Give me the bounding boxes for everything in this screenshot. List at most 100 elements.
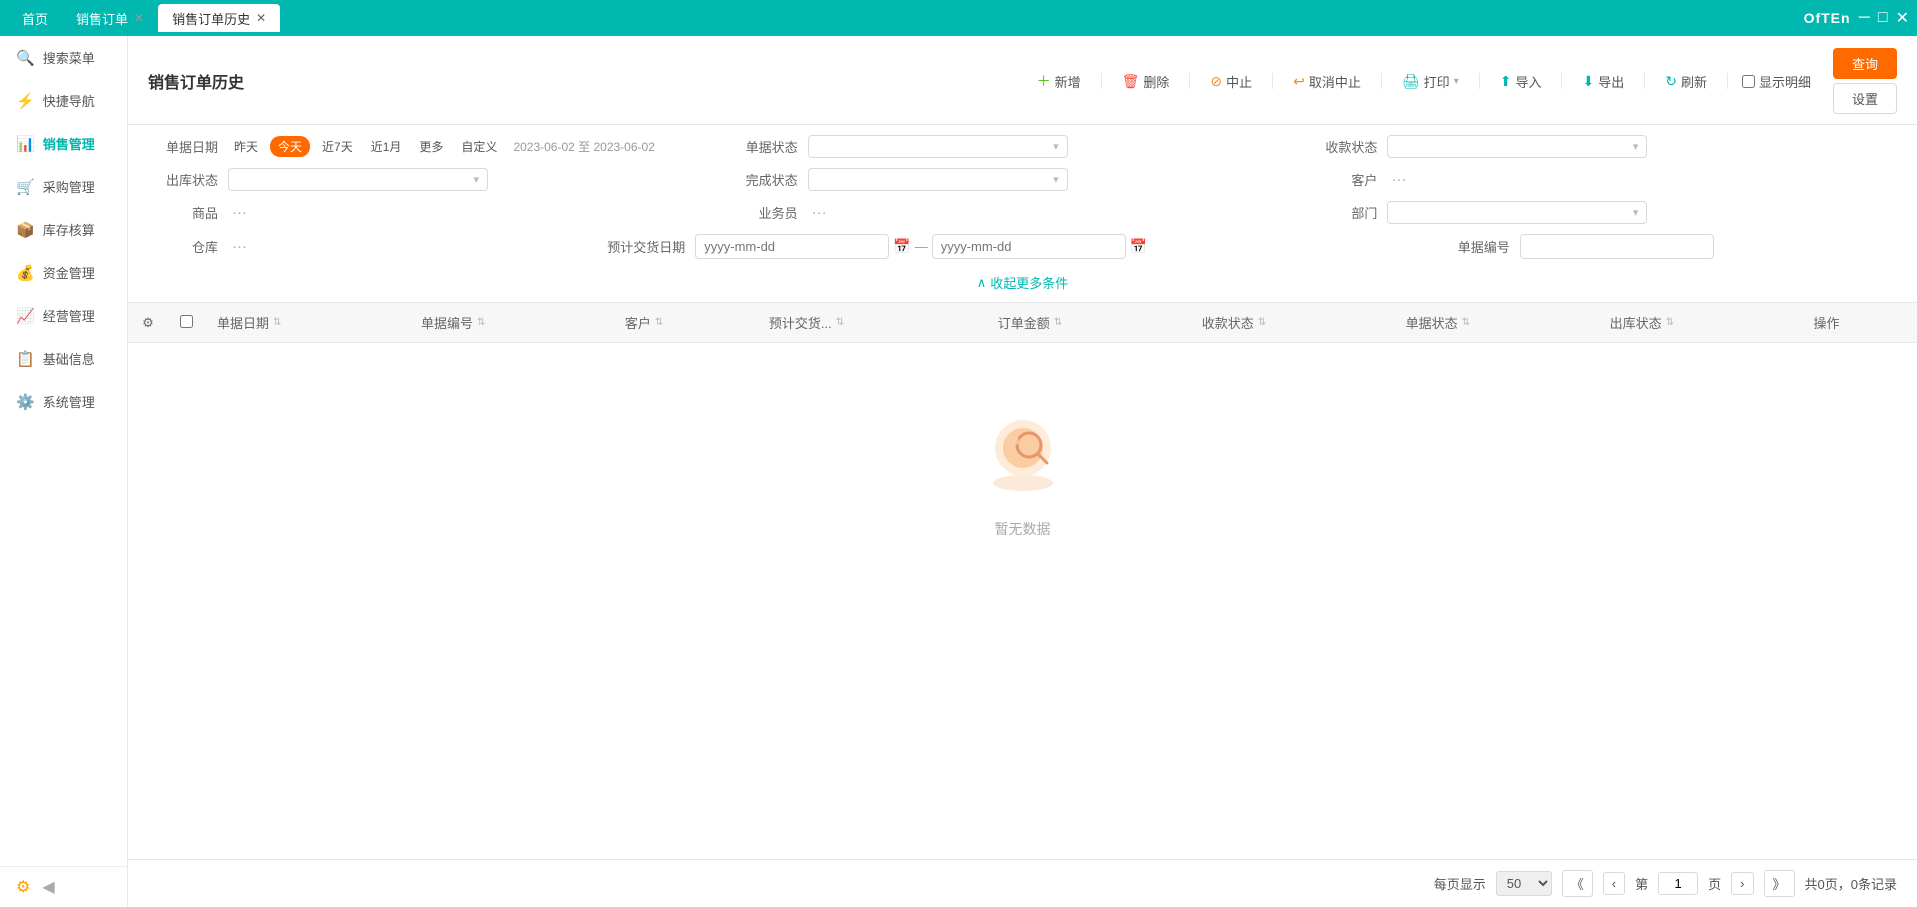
import-btn[interactable]: ⬆ 导入 bbox=[1494, 68, 1548, 95]
warehouse-label: 仓库 bbox=[148, 237, 228, 256]
select-all-checkbox[interactable] bbox=[180, 315, 193, 328]
sidebar-item-search-menu[interactable]: 🔍 搜索菜单 bbox=[0, 36, 127, 79]
salesman-label: 业务员 bbox=[738, 203, 808, 222]
dept-select[interactable]: ▾ bbox=[1387, 201, 1647, 224]
order-no-label: 单据编号 bbox=[1450, 237, 1520, 256]
new-label: 新增 bbox=[1055, 72, 1081, 91]
sidebar-item-operation[interactable]: 📈 经营管理 bbox=[0, 294, 127, 337]
delivery-date-start[interactable] bbox=[695, 234, 889, 259]
th-receipt-status[interactable]: 收款状态 ⇅ bbox=[1190, 303, 1394, 343]
window-close-btn[interactable]: ✕ bbox=[1896, 8, 1909, 28]
calendar-end-icon[interactable]: 📅 bbox=[1130, 238, 1147, 255]
th-order-status[interactable]: 单据状态 ⇅ bbox=[1394, 303, 1598, 343]
delivery-date-group: 📅 — 📅 bbox=[695, 234, 1147, 259]
salesman-picker-btn[interactable]: ··· bbox=[812, 204, 827, 221]
basic-icon: 📋 bbox=[16, 350, 35, 368]
complete-status-select[interactable]: ▾ bbox=[808, 168, 1068, 191]
receipt-status-select[interactable]: ▾ bbox=[1387, 135, 1647, 158]
order-status-col: ▾ bbox=[808, 135, 1318, 158]
tab-bar: 首页 销售订单 ✕ 销售订单历史 ✕ OfTEn ─ □ ✕ bbox=[0, 0, 1917, 36]
th-outbound[interactable]: 出库状态 ⇅ bbox=[1598, 303, 1802, 343]
delete-btn[interactable]: 🗑 删除 bbox=[1116, 68, 1176, 95]
order-no-input[interactable] bbox=[1520, 234, 1714, 259]
sort-customer-icon: ⇅ bbox=[655, 317, 663, 328]
tab-home[interactable]: 首页 bbox=[8, 4, 62, 32]
sort-no-icon: ⇅ bbox=[477, 317, 485, 328]
stop-btn[interactable]: ⊘ 中止 bbox=[1204, 68, 1258, 95]
shortcut-yesterday[interactable]: 昨天 bbox=[228, 136, 264, 157]
page-size-select[interactable]: 50 20 100 bbox=[1496, 871, 1552, 896]
settings-button[interactable]: 设置 bbox=[1833, 83, 1897, 114]
sidebar-item-capital[interactable]: 💰 资金管理 bbox=[0, 251, 127, 294]
delivery-date-col: 📅 — 📅 bbox=[695, 234, 1450, 259]
last-page-btn[interactable]: 》 bbox=[1764, 870, 1795, 897]
sidebar-item-sales[interactable]: 📊 销售管理 bbox=[0, 122, 127, 165]
delivery-date-end[interactable] bbox=[932, 234, 1126, 259]
sidebar-item-quick-nav-label: 快捷导航 bbox=[43, 91, 95, 110]
page-label: 第 bbox=[1635, 874, 1648, 893]
current-page-input[interactable] bbox=[1658, 872, 1698, 895]
next-page-btn[interactable]: › bbox=[1731, 872, 1753, 895]
window-max-btn[interactable]: □ bbox=[1878, 9, 1888, 27]
refresh-btn[interactable]: ↻ 刷新 bbox=[1659, 68, 1713, 95]
tab-sales-history-close[interactable]: ✕ bbox=[256, 12, 266, 24]
table-settings-icon[interactable]: ⚙ bbox=[142, 315, 154, 330]
first-page-btn[interactable]: 《 bbox=[1562, 870, 1593, 897]
export-btn[interactable]: ⬇ 导出 bbox=[1576, 68, 1630, 95]
display-detail-checkbox[interactable]: 显示明细 bbox=[1742, 72, 1811, 91]
cancel-stop-btn[interactable]: ↩ 取消中止 bbox=[1287, 68, 1367, 95]
tab-sales-order-label: 销售订单 bbox=[76, 9, 128, 28]
date-shortcuts: 昨天 今天 近7天 近1月 更多 自定义 2023-06-02 至 2023-0… bbox=[228, 136, 738, 157]
shortcut-more[interactable]: 更多 bbox=[413, 136, 449, 157]
sort-date-icon: ⇅ bbox=[273, 317, 281, 328]
sidebar-gear-icon[interactable]: ⚙ bbox=[16, 877, 30, 897]
th-check[interactable] bbox=[168, 303, 205, 343]
tab-sales-history[interactable]: 销售订单历史 ✕ bbox=[158, 4, 280, 32]
sidebar-item-inventory[interactable]: 📦 库存核算 bbox=[0, 208, 127, 251]
collapse-btn[interactable]: ∧ 收起更多条件 bbox=[148, 269, 1897, 296]
sort-amount-icon: ⇅ bbox=[1054, 317, 1062, 328]
customer-picker-btn[interactable]: ··· bbox=[1391, 171, 1406, 188]
sidebar-item-basic-label: 基础信息 bbox=[43, 349, 95, 368]
order-no-col bbox=[1520, 234, 1897, 259]
sidebar-item-basic[interactable]: 📋 基础信息 bbox=[0, 337, 127, 380]
tab-bar-right: OfTEn ─ □ ✕ bbox=[1804, 8, 1909, 28]
tab-sales-order[interactable]: 销售订单 ✕ bbox=[62, 4, 158, 32]
sidebar-item-purchase[interactable]: 🛒 采购管理 bbox=[0, 165, 127, 208]
shortcut-1month[interactable]: 近1月 bbox=[365, 136, 408, 157]
shortcut-today[interactable]: 今天 bbox=[270, 136, 310, 157]
order-status-select[interactable]: ▾ bbox=[808, 135, 1068, 158]
out-status-select[interactable]: ▾ bbox=[228, 168, 488, 191]
display-detail-input[interactable] bbox=[1742, 75, 1755, 88]
warehouse-picker-btn[interactable]: ··· bbox=[232, 238, 247, 255]
th-delivery[interactable]: 预计交货... ⇅ bbox=[757, 303, 986, 343]
prev-page-btn[interactable]: ‹ bbox=[1603, 872, 1625, 895]
print-btn[interactable]: 🖨 打印 ▾ bbox=[1396, 68, 1465, 95]
sidebar-item-quick-nav[interactable]: ⚡ 快捷导航 bbox=[0, 79, 127, 122]
goods-picker-btn[interactable]: ··· bbox=[232, 204, 247, 221]
delete-icon: 🗑 bbox=[1122, 73, 1140, 90]
page-title-row: 销售订单历史 ＋ 新增 🗑 删除 ⊘ 中止 bbox=[148, 48, 1897, 114]
query-button[interactable]: 查询 bbox=[1833, 48, 1897, 79]
sidebar-item-system[interactable]: ⚙️ 系统管理 bbox=[0, 380, 127, 423]
window-min-btn[interactable]: ─ bbox=[1859, 9, 1870, 27]
th-no[interactable]: 单据编号 ⇅ bbox=[409, 303, 613, 343]
calendar-start-icon[interactable]: 📅 bbox=[893, 238, 910, 255]
th-settings[interactable]: ⚙ bbox=[128, 303, 168, 343]
sidebar-collapse-icon[interactable]: ◀ bbox=[42, 877, 54, 897]
shortcut-custom[interactable]: 自定义 bbox=[455, 136, 503, 157]
th-action-label: 操作 bbox=[1814, 316, 1840, 331]
new-btn[interactable]: ＋ 新增 bbox=[1031, 67, 1087, 95]
tab-sales-order-close[interactable]: ✕ bbox=[134, 12, 144, 24]
th-customer[interactable]: 客户 ⇅ bbox=[613, 303, 757, 343]
shortcut-7days[interactable]: 近7天 bbox=[316, 136, 359, 157]
table-container[interactable]: ⚙ 单据日期 ⇅ bbox=[128, 303, 1917, 859]
quick-nav-icon: ⚡ bbox=[16, 92, 35, 110]
purchase-icon: 🛒 bbox=[16, 178, 35, 196]
sort-outbound-icon: ⇅ bbox=[1666, 317, 1674, 328]
th-amount[interactable]: 订单金额 ⇅ bbox=[986, 303, 1190, 343]
out-status-label: 出库状态 bbox=[148, 170, 228, 189]
dept-label: 部门 bbox=[1317, 203, 1387, 222]
th-date[interactable]: 单据日期 ⇅ bbox=[205, 303, 409, 343]
sort-receipt-icon: ⇅ bbox=[1258, 317, 1266, 328]
